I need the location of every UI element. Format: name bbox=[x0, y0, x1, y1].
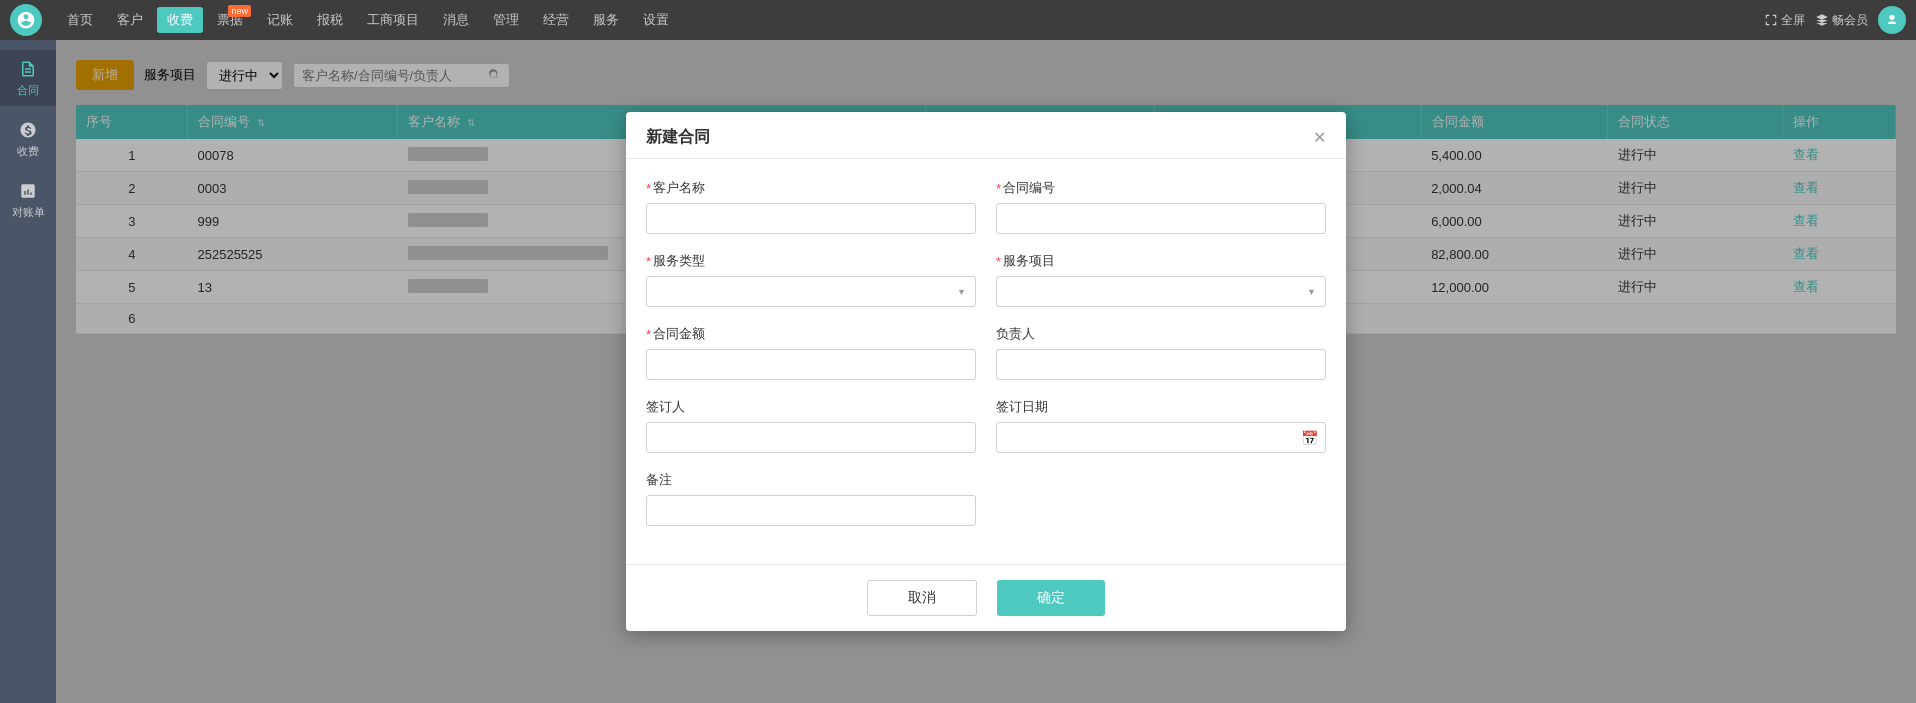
form-row-3: * 合同金额 0.00 负责人 bbox=[646, 325, 1326, 380]
vip-button[interactable]: 畅会员 bbox=[1815, 12, 1868, 29]
signer-label: 签订人 bbox=[646, 398, 976, 416]
form-group-responsible: 负责人 bbox=[996, 325, 1326, 380]
required-star4: * bbox=[996, 254, 1001, 269]
contract-icon bbox=[17, 58, 39, 80]
nav-client[interactable]: 客户 bbox=[107, 7, 153, 33]
note-label: 备注 bbox=[646, 471, 976, 489]
statement-icon bbox=[17, 180, 39, 202]
modal-footer: 取消 确定 bbox=[626, 564, 1346, 631]
sidebar-item-contract[interactable]: 合同 bbox=[0, 50, 56, 106]
nav-tax[interactable]: 报税 bbox=[307, 7, 353, 33]
sign-date-label: 签订日期 bbox=[996, 398, 1326, 416]
form-group-service-type: * 服务类型 bbox=[646, 252, 976, 307]
nav-business[interactable]: 工商项目 bbox=[357, 7, 429, 33]
sidebar-item-fee[interactable]: 收费 bbox=[0, 111, 56, 167]
responsible-label: 负责人 bbox=[996, 325, 1326, 343]
nav-right: 全屏 畅会员 bbox=[1764, 6, 1906, 34]
modal-body: * 客户名称 * 合同编号 bbox=[626, 159, 1346, 564]
cancel-button[interactable]: 取消 bbox=[867, 580, 977, 616]
nav-bookkeeping[interactable]: 记账 bbox=[257, 7, 303, 33]
responsible-input[interactable] bbox=[996, 349, 1326, 380]
modal-header: 新建合同 ✕ bbox=[626, 112, 1346, 159]
sidebar-label-contract: 合同 bbox=[17, 83, 39, 98]
sign-date-input[interactable]: 2023-06-06 bbox=[996, 422, 1326, 453]
service-item-select[interactable] bbox=[996, 276, 1326, 307]
nav-service[interactable]: 服务 bbox=[583, 7, 629, 33]
top-nav: 首页 客户 收费 票据 new 记账 报税 工商项目 消息 管理 经营 服务 设… bbox=[0, 0, 1916, 40]
note-input[interactable] bbox=[646, 495, 976, 526]
nav-home[interactable]: 首页 bbox=[57, 7, 103, 33]
required-star: * bbox=[646, 181, 651, 196]
nav-settings[interactable]: 设置 bbox=[633, 7, 679, 33]
main-layout: 合同 收费 对账单 新增 服务项目 进行中 已完成 已终止 bbox=[0, 40, 1916, 703]
signer-input[interactable] bbox=[646, 422, 976, 453]
form-group-amount: * 合同金额 0.00 bbox=[646, 325, 976, 380]
amount-input[interactable]: 0.00 bbox=[646, 349, 976, 380]
form-group-note: 备注 bbox=[646, 471, 976, 526]
service-type-label: * 服务类型 bbox=[646, 252, 976, 270]
user-avatar[interactable] bbox=[1878, 6, 1906, 34]
nav-message[interactable]: 消息 bbox=[433, 7, 479, 33]
contract-no-label: * 合同编号 bbox=[996, 179, 1326, 197]
client-name-input[interactable] bbox=[646, 203, 976, 234]
form-group-contract-no: * 合同编号 bbox=[996, 179, 1326, 234]
nav-manage[interactable]: 管理 bbox=[483, 7, 529, 33]
content-area: 新增 服务项目 进行中 已完成 已终止 序号 合同编号 ⇅ bbox=[56, 40, 1916, 703]
service-type-select-wrapper bbox=[646, 276, 976, 307]
fullscreen-button[interactable]: 全屏 bbox=[1764, 12, 1805, 29]
new-contract-modal: 新建合同 ✕ * 客户名称 bbox=[626, 112, 1346, 631]
sidebar-label-fee: 收费 bbox=[17, 144, 39, 159]
nav-invoice[interactable]: 票据 new bbox=[207, 7, 253, 33]
modal-title: 新建合同 bbox=[646, 127, 710, 148]
form-group-sign-date: 签订日期 2023-06-06 📅 bbox=[996, 398, 1326, 453]
modal-overlay: 新建合同 ✕ * 客户名称 bbox=[56, 40, 1916, 703]
required-star5: * bbox=[646, 327, 651, 342]
form-row-1: * 客户名称 * 合同编号 bbox=[646, 179, 1326, 234]
form-group-service-item: * 服务项目 bbox=[996, 252, 1326, 307]
fee-icon bbox=[17, 119, 39, 141]
amount-label: * 合同金额 bbox=[646, 325, 976, 343]
new-badge: new bbox=[228, 5, 251, 17]
calendar-icon[interactable]: 📅 bbox=[1301, 430, 1318, 446]
form-group-client: * 客户名称 bbox=[646, 179, 976, 234]
client-name-label: * 客户名称 bbox=[646, 179, 976, 197]
service-type-select[interactable] bbox=[646, 276, 976, 307]
contract-no-input[interactable] bbox=[996, 203, 1326, 234]
sidebar-label-statement: 对账单 bbox=[12, 205, 45, 220]
required-star2: * bbox=[996, 181, 1001, 196]
app-logo bbox=[10, 4, 42, 36]
sidebar-item-statement[interactable]: 对账单 bbox=[0, 172, 56, 228]
nav-fee[interactable]: 收费 bbox=[157, 7, 203, 33]
nav-operation[interactable]: 经营 bbox=[533, 7, 579, 33]
modal-close-button[interactable]: ✕ bbox=[1313, 128, 1326, 147]
required-star3: * bbox=[646, 254, 651, 269]
sidebar: 合同 收费 对账单 bbox=[0, 40, 56, 703]
confirm-button[interactable]: 确定 bbox=[997, 580, 1105, 616]
form-row-2: * 服务类型 * 服务项目 bbox=[646, 252, 1326, 307]
sign-date-wrapper: 2023-06-06 📅 bbox=[996, 422, 1326, 453]
form-row-5: 备注 bbox=[646, 471, 1326, 526]
form-group-signer: 签订人 bbox=[646, 398, 976, 453]
nav-items: 首页 客户 收费 票据 new 记账 报税 工商项目 消息 管理 经营 服务 设… bbox=[57, 7, 1764, 33]
service-item-label: * 服务项目 bbox=[996, 252, 1326, 270]
form-row-4: 签订人 签订日期 2023-06-06 📅 bbox=[646, 398, 1326, 453]
service-item-select-wrapper bbox=[996, 276, 1326, 307]
